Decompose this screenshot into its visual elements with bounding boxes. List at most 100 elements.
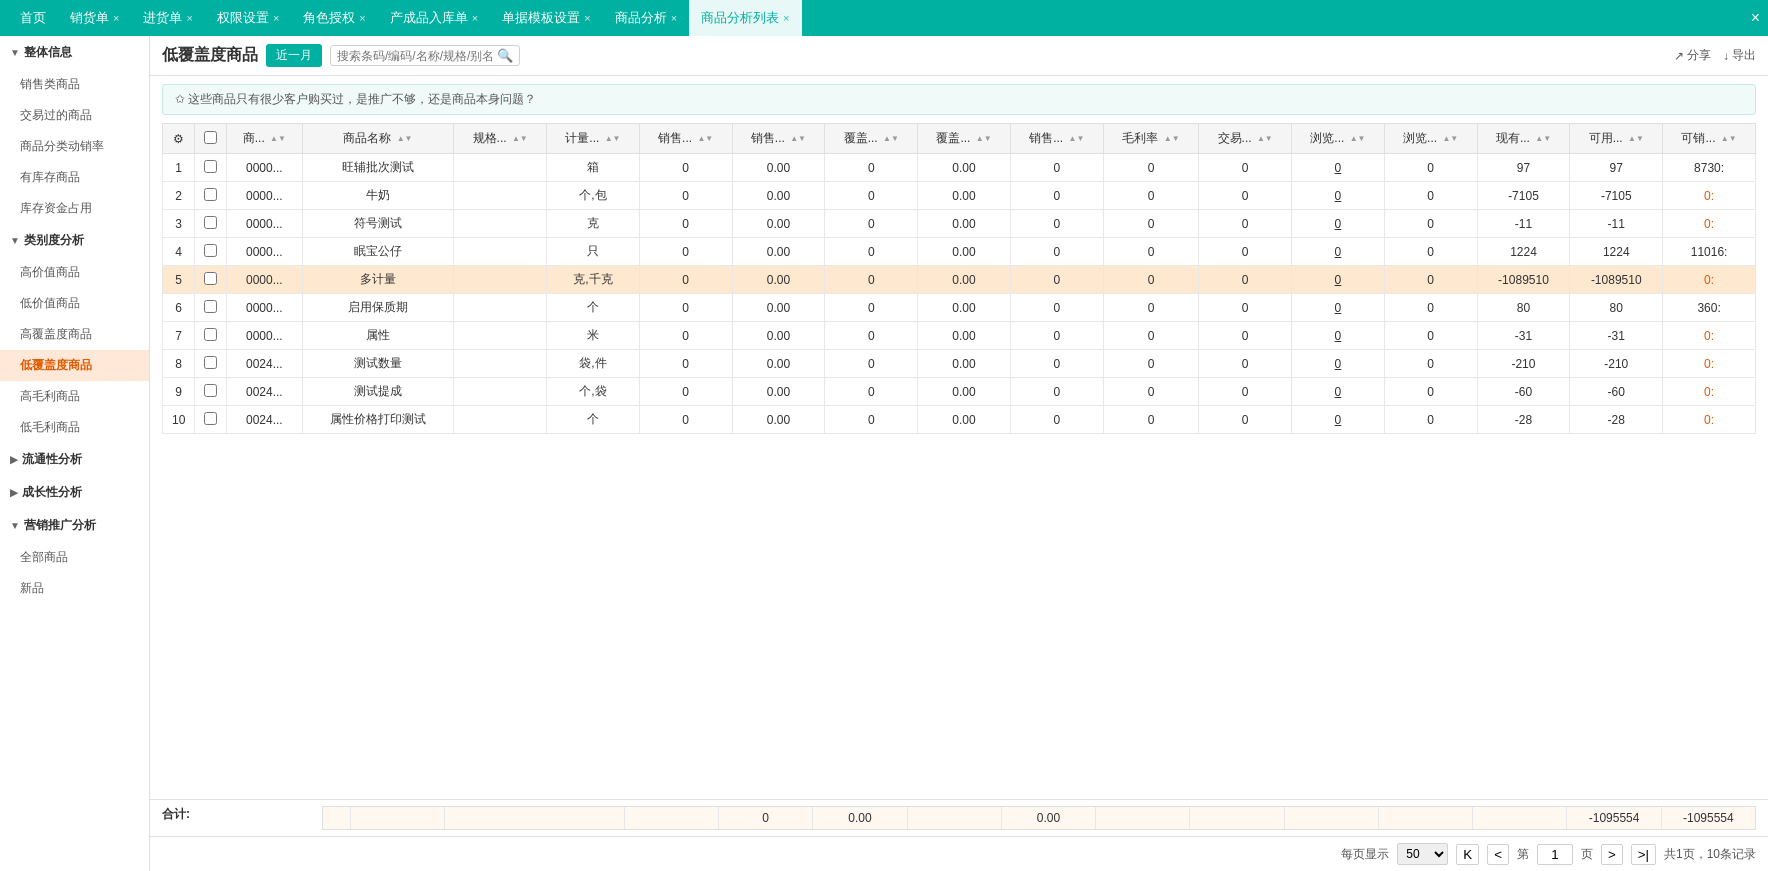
col-sales3[interactable]: 销售... ▲▼ — [1010, 124, 1103, 154]
row-checkbox[interactable] — [195, 266, 227, 294]
row-views2: 0 — [1384, 182, 1477, 210]
row-views1[interactable]: 0 — [1292, 294, 1385, 322]
nav-close-purchase[interactable]: × — [186, 12, 192, 24]
share-button[interactable]: ↗ 分享 — [1674, 47, 1711, 64]
col-settings[interactable]: ⚙ — [163, 124, 195, 154]
date-filter-button[interactable]: 近一月 — [266, 44, 322, 67]
row-coverage1: 0 — [825, 238, 918, 266]
prev-page-button[interactable]: < — [1487, 844, 1509, 865]
sidebar-item-low-value[interactable]: 低价值商品 — [0, 288, 149, 319]
page-number-input[interactable] — [1537, 844, 1573, 865]
sidebar-item-high-margin[interactable]: 高毛利商品 — [0, 381, 149, 412]
row-name: 眠宝公仔 — [302, 238, 454, 266]
row-checkbox[interactable] — [195, 350, 227, 378]
col-unit[interactable]: 计量... ▲▼ — [547, 124, 640, 154]
search-input[interactable] — [337, 49, 497, 63]
nav-sales-order[interactable]: 销货单 × — [58, 0, 131, 36]
sidebar-section-liquidity[interactable]: ▶ 流通性分析 — [0, 443, 149, 476]
row-views1[interactable]: 0 — [1292, 322, 1385, 350]
row-views1[interactable]: 0 — [1292, 182, 1385, 210]
nav-close-permissions[interactable]: × — [273, 12, 279, 24]
row-coverage1: 0 — [825, 154, 918, 182]
sidebar-section-marketing[interactable]: ▼ 营销推广分析 — [0, 509, 149, 542]
sidebar-item-new-goods[interactable]: 新品 — [0, 573, 149, 604]
nav-close-inbound[interactable]: × — [472, 12, 478, 24]
row-views1[interactable]: 0 — [1292, 154, 1385, 182]
col-spec[interactable]: 规格... ▲▼ — [454, 124, 547, 154]
row-gross-margin: 0 — [1103, 322, 1199, 350]
row-checkbox[interactable] — [195, 294, 227, 322]
nav-close-template[interactable]: × — [584, 12, 590, 24]
row-checkbox[interactable] — [195, 378, 227, 406]
row-unit: 克 — [547, 210, 640, 238]
sidebar-item-low-margin[interactable]: 低毛利商品 — [0, 412, 149, 443]
nav-product-analysis-list[interactable]: 商品分析列表 × — [689, 0, 801, 36]
nav-product-inbound[interactable]: 产成品入库单 × — [378, 0, 490, 36]
row-sales3: 0 — [1010, 322, 1103, 350]
row-sales-qty: 0 — [639, 294, 732, 322]
sidebar-item-all-goods[interactable]: 全部商品 — [0, 542, 149, 573]
col-views1[interactable]: 浏览... ▲▼ — [1292, 124, 1385, 154]
col-sales-amt[interactable]: 销售... ▲▼ — [732, 124, 825, 154]
row-views1[interactable]: 0 — [1292, 210, 1385, 238]
export-button[interactable]: ↓ 导出 — [1723, 47, 1756, 64]
window-close-btn[interactable]: × — [1751, 9, 1760, 27]
select-all-checkbox[interactable] — [204, 131, 217, 144]
sidebar-item-high-value[interactable]: 高价值商品 — [0, 257, 149, 288]
nav-home[interactable]: 首页 — [8, 0, 58, 36]
sidebar-item-category-turnover[interactable]: 商品分类动销率 — [0, 131, 149, 162]
nav-role-auth[interactable]: 角色授权 × — [291, 0, 377, 36]
row-checkbox[interactable] — [195, 238, 227, 266]
nav-close-analysis-list[interactable]: × — [783, 12, 789, 24]
row-saleable: 0: — [1663, 210, 1756, 238]
col-transaction[interactable]: 交易... ▲▼ — [1199, 124, 1292, 154]
row-checkbox[interactable] — [195, 182, 227, 210]
sidebar-item-high-coverage[interactable]: 高覆盖度商品 — [0, 319, 149, 350]
sidebar-item-in-stock[interactable]: 有库存商品 — [0, 162, 149, 193]
col-views2[interactable]: 浏览... ▲▼ — [1384, 124, 1477, 154]
nav-close-analysis[interactable]: × — [671, 12, 677, 24]
col-coverage2[interactable]: 覆盖... ▲▼ — [918, 124, 1011, 154]
row-views1[interactable]: 0 — [1292, 350, 1385, 378]
search-box: 🔍 — [330, 45, 520, 66]
sidebar-section-overall[interactable]: ▼ 整体信息 — [0, 36, 149, 69]
row-no: 9 — [163, 378, 195, 406]
row-name: 属性价格打印测试 — [302, 406, 454, 434]
nav-close-role[interactable]: × — [359, 12, 365, 24]
nav-permissions[interactable]: 权限设置 × — [205, 0, 291, 36]
export-icon: ↓ — [1723, 49, 1729, 63]
row-checkbox[interactable] — [195, 210, 227, 238]
col-name[interactable]: 商品名称 ▲▼ — [302, 124, 454, 154]
last-page-button[interactable]: >| — [1631, 844, 1656, 865]
col-gross-margin[interactable]: 毛利率 ▲▼ — [1103, 124, 1199, 154]
sidebar-item-low-coverage[interactable]: 低覆盖度商品 — [0, 350, 149, 381]
col-coverage1[interactable]: 覆盖... ▲▼ — [825, 124, 918, 154]
page-size-select[interactable]: 50 20 100 200 — [1397, 843, 1448, 865]
sidebar-item-traded-goods[interactable]: 交易过的商品 — [0, 100, 149, 131]
search-icon[interactable]: 🔍 — [497, 48, 513, 63]
sidebar-section-category[interactable]: ▼ 类别度分析 — [0, 224, 149, 257]
row-checkbox[interactable] — [195, 322, 227, 350]
row-views1[interactable]: 0 — [1292, 266, 1385, 294]
col-code[interactable]: 商... ▲▼ — [227, 124, 302, 154]
row-checkbox[interactable] — [195, 154, 227, 182]
next-page-button[interactable]: > — [1601, 844, 1623, 865]
col-current-qty[interactable]: 现有... ▲▼ — [1477, 124, 1570, 154]
nav-purchase-order[interactable]: 进货单 × — [131, 0, 204, 36]
nav-template-settings[interactable]: 单据模板设置 × — [490, 0, 602, 36]
nav-close-sales[interactable]: × — [113, 12, 119, 24]
row-views1[interactable]: 0 — [1292, 406, 1385, 434]
sidebar-item-inventory-capital[interactable]: 库存资金占用 — [0, 193, 149, 224]
row-views1[interactable]: 0 — [1292, 238, 1385, 266]
first-page-button[interactable]: K — [1456, 844, 1479, 865]
row-code: 0000... — [227, 266, 302, 294]
nav-product-analysis[interactable]: 商品分析 × — [603, 0, 689, 36]
row-checkbox[interactable] — [195, 406, 227, 434]
col-sales-qty[interactable]: 销售... ▲▼ — [639, 124, 732, 154]
row-no: 7 — [163, 322, 195, 350]
sidebar-section-growth[interactable]: ▶ 成长性分析 — [0, 476, 149, 509]
col-available-qty[interactable]: 可用... ▲▼ — [1570, 124, 1663, 154]
row-views1[interactable]: 0 — [1292, 378, 1385, 406]
sidebar-item-sales-goods[interactable]: 销售类商品 — [0, 69, 149, 100]
col-saleable[interactable]: 可销... ▲▼ — [1663, 124, 1756, 154]
